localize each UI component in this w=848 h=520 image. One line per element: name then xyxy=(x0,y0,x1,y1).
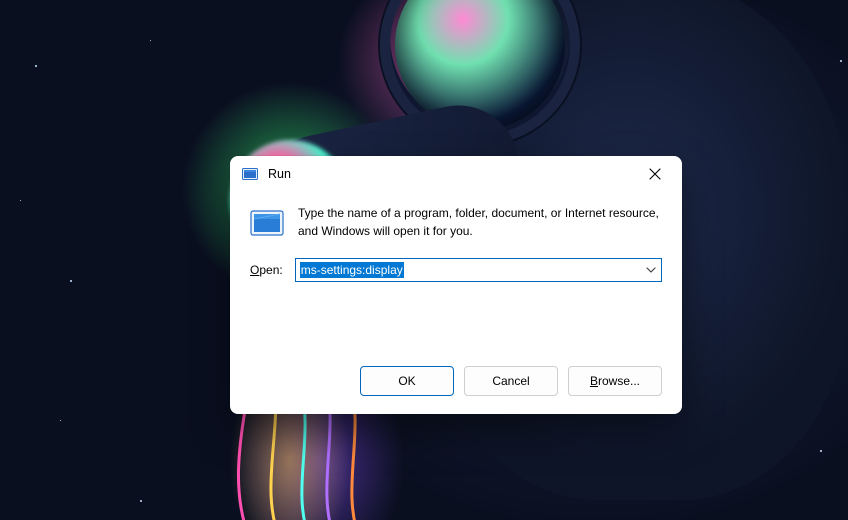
dialog-description: Type the name of a program, folder, docu… xyxy=(298,204,662,240)
run-large-icon xyxy=(250,206,284,240)
browse-button[interactable]: Browse... xyxy=(568,366,662,396)
close-icon xyxy=(649,168,661,180)
dialog-title: Run xyxy=(268,167,291,181)
close-button[interactable] xyxy=(632,158,678,190)
titlebar[interactable]: Run xyxy=(230,156,682,192)
open-input[interactable] xyxy=(295,258,662,282)
run-dialog: Run Type the name of a program, folder, xyxy=(230,156,682,414)
cancel-button[interactable]: Cancel xyxy=(464,366,558,396)
run-icon xyxy=(242,166,258,182)
desktop-wallpaper: Run Type the name of a program, folder, xyxy=(0,0,848,520)
open-combobox[interactable]: ms-settings:display xyxy=(295,258,662,282)
open-label: Open: xyxy=(250,263,283,277)
ok-button[interactable]: OK xyxy=(360,366,454,396)
